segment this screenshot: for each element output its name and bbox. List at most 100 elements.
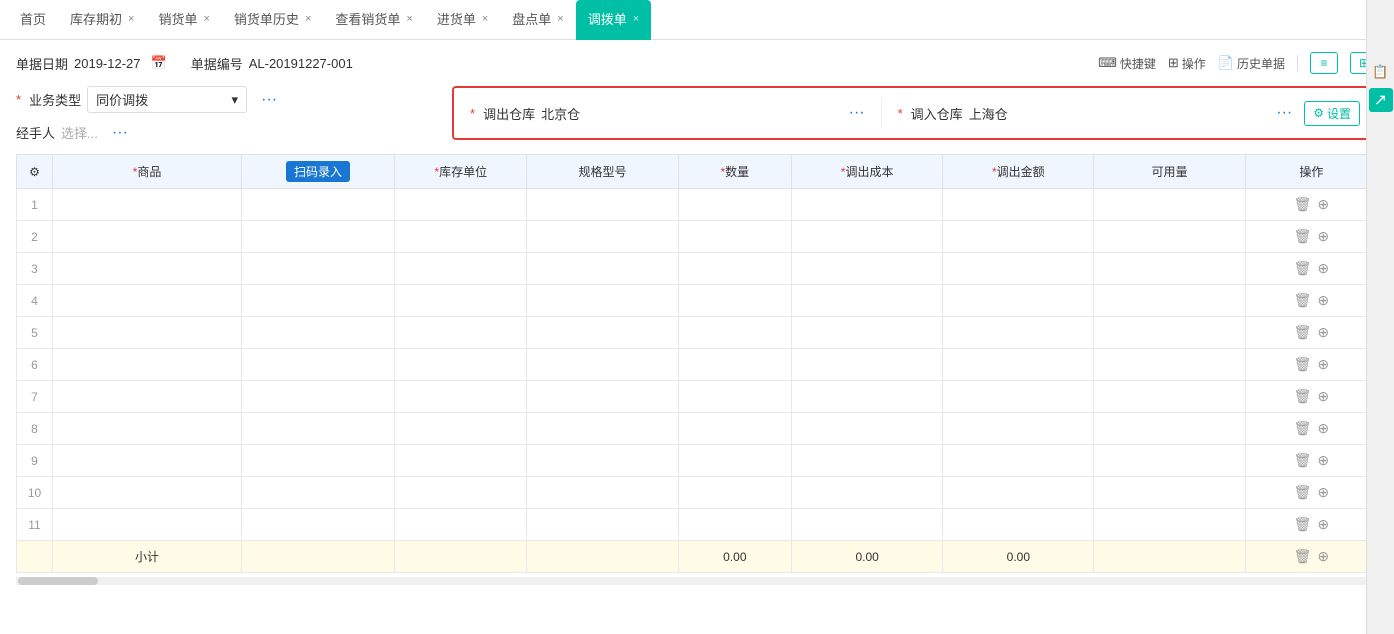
row-unit[interactable] — [395, 253, 527, 285]
lines-view-button[interactable]: ≡ — [1310, 52, 1338, 74]
sidebar-list-icon[interactable]: 📋 — [1369, 60, 1393, 84]
row-copy-icon[interactable]: ⊕ — [1317, 228, 1329, 245]
business-type-dots[interactable]: ··· — [261, 91, 277, 109]
tab-transfer-order[interactable]: 调拨单 × — [576, 0, 651, 40]
row-product[interactable] — [53, 445, 242, 477]
scrollbar[interactable] — [16, 577, 1378, 585]
tab-sales-order[interactable]: 销货单 × — [146, 0, 221, 40]
row-spec[interactable] — [527, 445, 678, 477]
row-copy-icon[interactable]: ⊕ — [1317, 388, 1329, 405]
row-amount[interactable] — [943, 253, 1094, 285]
row-cost[interactable] — [792, 189, 943, 221]
row-qty[interactable] — [678, 189, 791, 221]
row-spec[interactable] — [527, 221, 678, 253]
tab-inventory-check[interactable]: 盘点单 × — [500, 0, 575, 40]
calendar-icon[interactable]: 📅 — [151, 55, 167, 71]
row-delete-icon[interactable]: 🗑 — [1294, 388, 1312, 405]
row-unit[interactable] — [395, 509, 527, 541]
row-cost[interactable] — [792, 349, 943, 381]
tab-purchase-order[interactable]: 进货单 × — [425, 0, 500, 40]
scan-button[interactable]: 扫码录入 — [286, 161, 350, 182]
tab-close-purchase-order[interactable]: × — [482, 13, 488, 25]
row-delete-icon[interactable]: 🗑 — [1294, 196, 1312, 213]
row-product[interactable] — [53, 477, 242, 509]
settings-button[interactable]: ⚙ 设置 — [1304, 101, 1360, 126]
tab-close-view-sales[interactable]: × — [406, 13, 412, 25]
row-cost[interactable] — [792, 381, 943, 413]
row-qty[interactable] — [678, 477, 791, 509]
row-unit[interactable] — [395, 285, 527, 317]
row-spec[interactable] — [527, 253, 678, 285]
tab-inventory-init[interactable]: 库存期初 × — [58, 0, 146, 40]
tab-home[interactable]: 首页 — [8, 0, 58, 40]
row-unit[interactable] — [395, 477, 527, 509]
row-copy-icon[interactable]: ⊕ — [1317, 196, 1329, 213]
tab-close-inventory-init[interactable]: × — [128, 13, 134, 25]
row-qty[interactable] — [678, 285, 791, 317]
person-dots[interactable]: ··· — [112, 124, 128, 142]
tab-close-inventory-check[interactable]: × — [557, 13, 563, 25]
row-qty[interactable] — [678, 445, 791, 477]
subtotal-copy-icon[interactable]: ⊕ — [1317, 548, 1329, 565]
row-copy-icon[interactable]: ⊕ — [1317, 420, 1329, 437]
row-qty[interactable] — [678, 413, 791, 445]
person-select[interactable]: 选择... — [61, 123, 98, 142]
row-qty[interactable] — [678, 381, 791, 413]
row-delete-icon[interactable]: 🗑 — [1294, 484, 1312, 501]
tab-sales-history[interactable]: 销货单历史 × — [222, 0, 323, 40]
row-delete-icon[interactable]: 🗑 — [1294, 420, 1312, 437]
sidebar-link-icon[interactable]: ↗ — [1369, 88, 1393, 112]
col-scan[interactable]: 扫码录入 — [242, 155, 395, 189]
row-spec[interactable] — [527, 349, 678, 381]
row-amount[interactable] — [943, 189, 1094, 221]
row-amount[interactable] — [943, 477, 1094, 509]
row-cost[interactable] — [792, 285, 943, 317]
transfer-out-dots[interactable]: ··· — [849, 104, 865, 122]
shortcuts-button[interactable]: ⌨ 快捷键 — [1098, 55, 1156, 72]
row-unit[interactable] — [395, 381, 527, 413]
row-product[interactable] — [53, 317, 242, 349]
row-copy-icon[interactable]: ⊕ — [1317, 292, 1329, 309]
row-product[interactable] — [53, 189, 242, 221]
row-product[interactable] — [53, 413, 242, 445]
row-qty[interactable] — [678, 509, 791, 541]
row-spec[interactable] — [527, 413, 678, 445]
transfer-in-dots[interactable]: ··· — [1276, 104, 1292, 122]
row-spec[interactable] — [527, 189, 678, 221]
row-copy-icon[interactable]: ⊕ — [1317, 484, 1329, 501]
row-amount[interactable] — [943, 285, 1094, 317]
row-spec[interactable] — [527, 381, 678, 413]
row-amount[interactable] — [943, 349, 1094, 381]
row-copy-icon[interactable]: ⊕ — [1317, 452, 1329, 469]
row-product[interactable] — [53, 285, 242, 317]
operations-button[interactable]: ⊞ 操作 — [1168, 55, 1206, 72]
row-amount[interactable] — [943, 221, 1094, 253]
row-unit[interactable] — [395, 189, 527, 221]
row-delete-icon[interactable]: 🗑 — [1294, 324, 1312, 341]
row-qty[interactable] — [678, 221, 791, 253]
tab-close-transfer-order[interactable]: × — [633, 13, 639, 25]
row-product[interactable] — [53, 253, 242, 285]
tab-close-sales-order[interactable]: × — [203, 13, 209, 25]
row-delete-icon[interactable]: 🗑 — [1294, 356, 1312, 373]
row-product[interactable] — [53, 509, 242, 541]
row-qty[interactable] — [678, 253, 791, 285]
business-type-select[interactable]: 同价调拨 ▾ — [87, 86, 247, 113]
tab-close-sales-history[interactable]: × — [305, 13, 311, 25]
row-cost[interactable] — [792, 317, 943, 349]
row-product[interactable] — [53, 381, 242, 413]
row-cost[interactable] — [792, 413, 943, 445]
row-cost[interactable] — [792, 477, 943, 509]
row-delete-icon[interactable]: 🗑 — [1294, 452, 1312, 469]
row-spec[interactable] — [527, 317, 678, 349]
row-qty[interactable] — [678, 349, 791, 381]
row-cost[interactable] — [792, 509, 943, 541]
row-unit[interactable] — [395, 221, 527, 253]
row-unit[interactable] — [395, 413, 527, 445]
row-unit[interactable] — [395, 445, 527, 477]
row-product[interactable] — [53, 349, 242, 381]
row-unit[interactable] — [395, 349, 527, 381]
row-product[interactable] — [53, 221, 242, 253]
row-copy-icon[interactable]: ⊕ — [1317, 260, 1329, 277]
row-cost[interactable] — [792, 445, 943, 477]
